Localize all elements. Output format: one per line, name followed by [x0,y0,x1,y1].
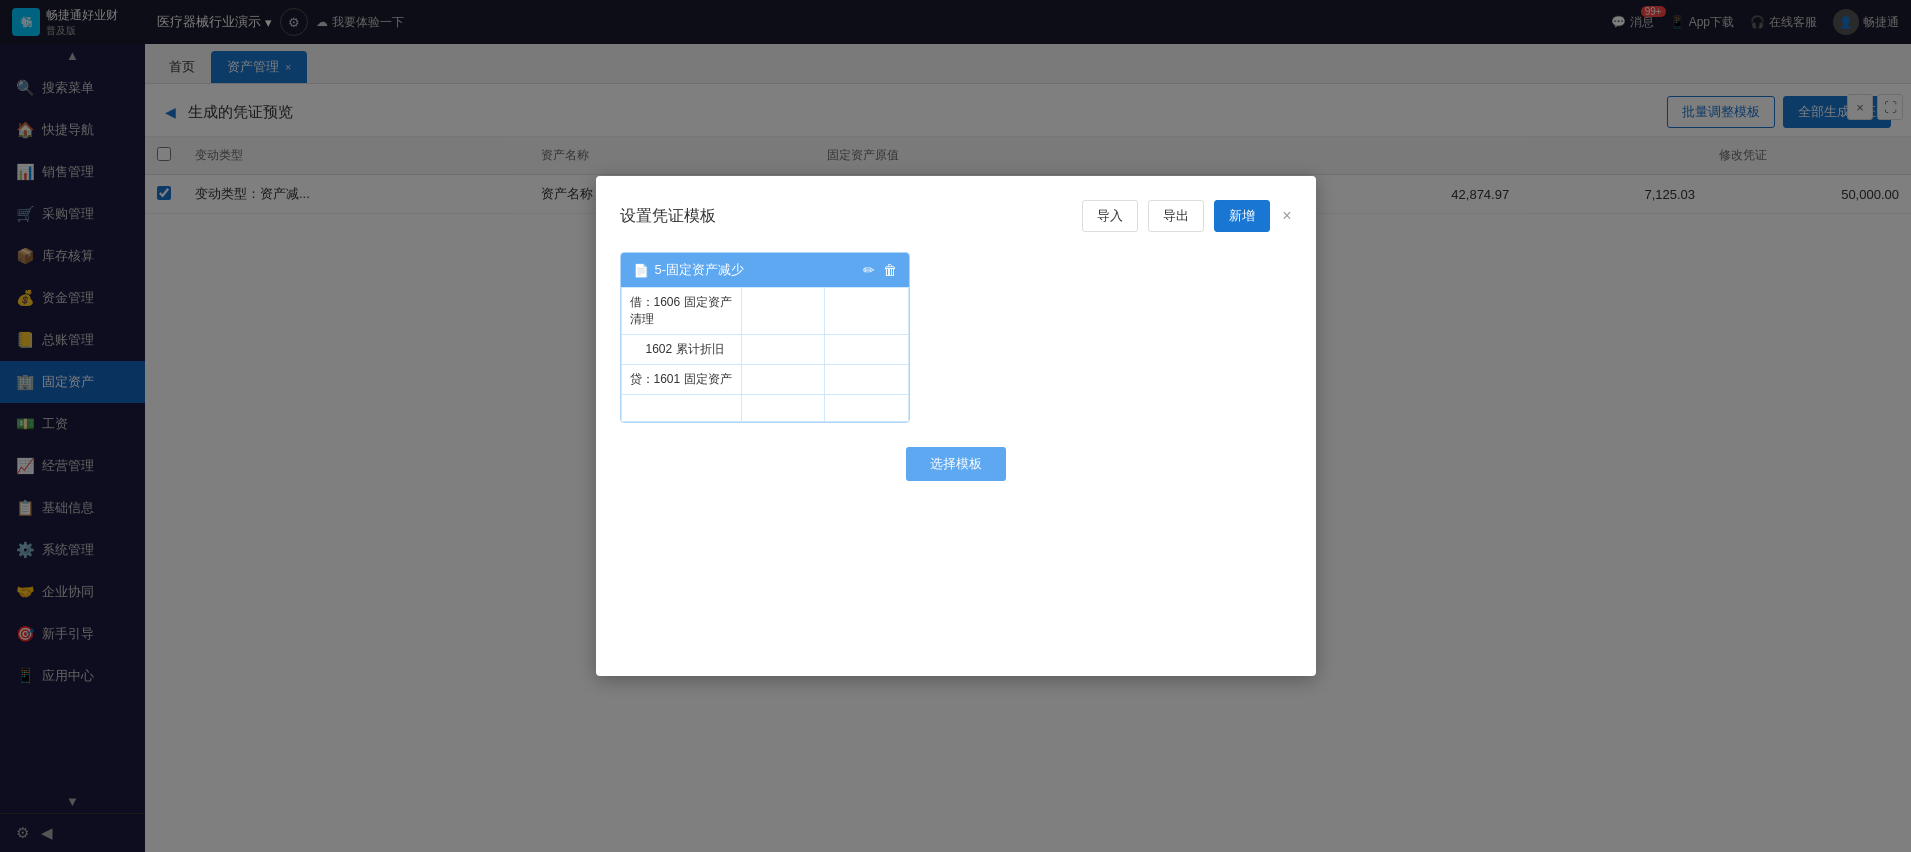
dialog-title: 设置凭证模板 [620,206,716,227]
import-button[interactable]: 导入 [1082,200,1138,232]
template-table: 借：1606 固定资产清理 1602 累计折旧 贷：1601 固定资产 [621,287,909,422]
modal-overlay: 设置凭证模板 导入 导出 新增 × 📄 5-固定资产减少 ✏ 🗑 [0,0,1911,852]
template-credit-3 [825,365,909,395]
dialog-actions: 导入 导出 新增 [1082,200,1270,232]
template-row-empty [621,395,908,422]
template-row-2: 1602 累计折旧 [621,335,908,365]
dialog-close-button[interactable]: × [1282,207,1291,225]
select-template-button[interactable]: 选择模板 [906,447,1006,481]
template-side-2: 1602 累计折旧 [621,335,741,365]
template-card-header: 📄 5-固定资产减少 ✏ 🗑 [621,253,909,287]
export-button[interactable]: 导出 [1148,200,1204,232]
template-debit-1 [741,288,825,335]
template-card-title: 5-固定资产减少 [655,261,745,279]
edit-icon[interactable]: ✏ [863,262,875,278]
template-row-3: 贷：1601 固定资产 [621,365,908,395]
template-debit-3 [741,365,825,395]
template-select-area: 选择模板 [620,447,1292,481]
delete-icon[interactable]: 🗑 [883,262,897,278]
template-side-1: 借：1606 固定资产清理 [621,288,741,335]
template-debit-2 [741,335,825,365]
template-empty-2 [741,395,825,422]
template-empty-1 [621,395,741,422]
dialog-header: 设置凭证模板 导入 导出 新增 × [620,200,1292,232]
dialog-body: 📄 5-固定资产减少 ✏ 🗑 借：1606 固定资产清理 [620,252,1292,481]
new-button[interactable]: 新增 [1214,200,1270,232]
template-credit-2 [825,335,909,365]
template-credit-1 [825,288,909,335]
template-card-header-actions: ✏ 🗑 [863,262,897,278]
template-empty-3 [825,395,909,422]
dialog: 设置凭证模板 导入 导出 新增 × 📄 5-固定资产减少 ✏ 🗑 [596,176,1316,676]
template-card: 📄 5-固定资产减少 ✏ 🗑 借：1606 固定资产清理 [620,252,910,423]
dialog-header-right: 导入 导出 新增 × [1082,200,1291,232]
template-file-icon: 📄 [633,263,649,278]
template-row-1: 借：1606 固定资产清理 [621,288,908,335]
template-side-3: 贷：1601 固定资产 [621,365,741,395]
